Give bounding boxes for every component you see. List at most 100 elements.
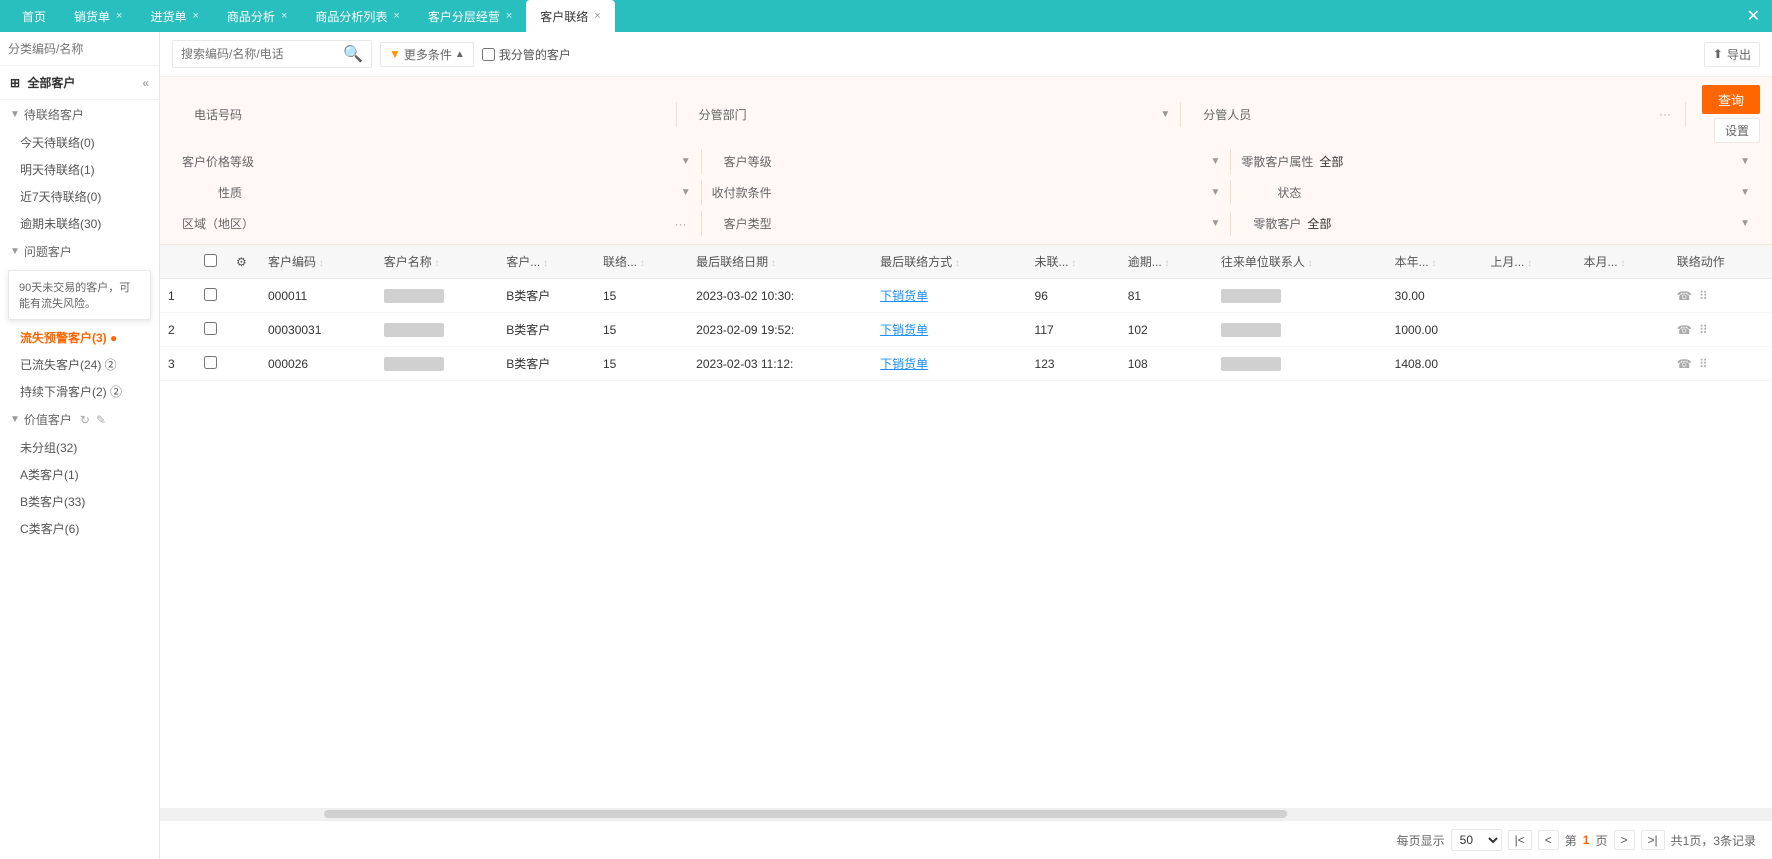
- col-last-month[interactable]: 上月...: [1482, 245, 1575, 279]
- pag-prev-btn[interactable]: <: [1538, 830, 1559, 850]
- tab-customer-layer[interactable]: 客户分层经营 ×: [414, 0, 526, 32]
- price-level-select[interactable]: ▼: [260, 156, 691, 167]
- tab-customer-layer-close[interactable]: ×: [506, 10, 512, 22]
- status-select[interactable]: ▼: [1307, 187, 1750, 198]
- value-refresh-icon[interactable]: ↻: [80, 413, 90, 427]
- col-settings[interactable]: ⚙: [228, 245, 260, 279]
- action-phone-icon[interactable]: ☎: [1677, 323, 1692, 337]
- col-code[interactable]: 客户编码: [260, 245, 376, 279]
- zero-attr-select[interactable]: 全部 ▼: [1319, 153, 1750, 170]
- more-filter-label: 更多条件: [404, 46, 452, 63]
- col-this-year[interactable]: 本年...: [1387, 245, 1483, 279]
- tab-analysis-close[interactable]: ×: [281, 10, 287, 22]
- cell-code: 000011: [260, 279, 376, 313]
- cell-last-way[interactable]: 下销货单: [872, 347, 1026, 381]
- row-checkbox[interactable]: [204, 288, 217, 301]
- sidebar-item-c-class[interactable]: C类客户(6): [0, 515, 159, 542]
- sidebar-search-input[interactable]: [8, 42, 160, 56]
- settings-btn[interactable]: 设置: [1714, 118, 1760, 143]
- col-overdue[interactable]: 逾期...: [1120, 245, 1213, 279]
- payment-select[interactable]: ▼: [778, 187, 1221, 198]
- sidebar-item-overdue[interactable]: 逾期未联络(30): [0, 210, 159, 237]
- action-phone-icon[interactable]: ☎: [1677, 289, 1692, 303]
- my-customer-checkbox[interactable]: [482, 48, 495, 61]
- cell-check[interactable]: [196, 347, 228, 381]
- row-checkbox[interactable]: [204, 322, 217, 335]
- export-btn[interactable]: ⬆ 导出: [1704, 42, 1760, 67]
- sidebar-item-tomorrow[interactable]: 明天待联络(1): [0, 156, 159, 183]
- sidebar-item-today[interactable]: 今天待联络(0): [0, 129, 159, 156]
- my-customer-checkbox-wrap[interactable]: 我分管的客户: [482, 46, 571, 63]
- sidebar-group-problem[interactable]: ▼ 问题客户: [0, 237, 159, 266]
- person-dots[interactable]: ···: [1655, 107, 1675, 121]
- tab-home[interactable]: 首页: [8, 0, 60, 32]
- sidebar-item-churned[interactable]: 已流失客户(24) ②: [0, 351, 159, 378]
- select-all-checkbox[interactable]: [204, 254, 217, 267]
- sidebar-item-a-class[interactable]: A类客户(1): [0, 461, 159, 488]
- col-last-date[interactable]: 最后联络日期: [688, 245, 872, 279]
- zero-cust-select[interactable]: 全部 ▼: [1307, 215, 1750, 232]
- action-more-icon[interactable]: ⠿: [1699, 357, 1708, 371]
- cell-this-month: [1576, 313, 1669, 347]
- query-btn[interactable]: 查询: [1702, 85, 1760, 114]
- col-name[interactable]: 客户名称: [376, 245, 499, 279]
- tab-customer-link-close[interactable]: ×: [594, 10, 600, 22]
- pag-next-btn[interactable]: >: [1614, 830, 1635, 850]
- pag-last-btn[interactable]: >|: [1641, 830, 1665, 850]
- tab-purchase[interactable]: 进货单 ×: [136, 0, 212, 32]
- tab-customer-link[interactable]: 客户联络 ×: [526, 0, 614, 32]
- dept-select[interactable]: ▼: [753, 109, 1171, 120]
- col-contact[interactable]: 联络...: [595, 245, 688, 279]
- sidebar-item-ungrouped[interactable]: 未分组(32): [0, 434, 159, 461]
- action-more-icon[interactable]: ⠿: [1699, 289, 1708, 303]
- tab-sales[interactable]: 销货单 ×: [60, 0, 136, 32]
- sidebar-group-pending[interactable]: ▼ 待联络客户: [0, 100, 159, 129]
- window-close-icon[interactable]: ✕: [1743, 2, 1764, 30]
- action-phone-icon[interactable]: ☎: [1677, 357, 1692, 371]
- sidebar-item-b-class[interactable]: B类客户(33): [0, 488, 159, 515]
- search-icon[interactable]: 🔍: [343, 44, 363, 64]
- col-uncontacted[interactable]: 未联...: [1027, 245, 1120, 279]
- phone-input[interactable]: [248, 107, 666, 121]
- action-more-icon[interactable]: ⠿: [1699, 323, 1708, 337]
- cell-action[interactable]: ☎ ⠿: [1669, 279, 1772, 313]
- problem-arrow-icon: ▼: [10, 246, 20, 257]
- cell-check[interactable]: [196, 279, 228, 313]
- cell-check[interactable]: [196, 313, 228, 347]
- col-unit-contact[interactable]: 往来单位联系人: [1213, 245, 1387, 279]
- col-this-month[interactable]: 本月...: [1576, 245, 1669, 279]
- value-edit-icon[interactable]: ✎: [96, 413, 106, 427]
- more-filter-btn[interactable]: ▼ 更多条件 ▲: [380, 42, 474, 67]
- sidebar-item-week[interactable]: 近7天待联络(0): [0, 183, 159, 210]
- cell-last-way[interactable]: 下销货单: [872, 279, 1026, 313]
- row-checkbox[interactable]: [204, 356, 217, 369]
- filter-cell-area: 区域（地区） ···: [172, 211, 702, 236]
- cell-action[interactable]: ☎ ⠿: [1669, 313, 1772, 347]
- search-input[interactable]: [181, 47, 339, 61]
- filter-cell-person: 分管人员 ···: [1181, 102, 1686, 127]
- cell-contact: 15: [595, 313, 688, 347]
- sidebar-collapse-btn[interactable]: «: [142, 76, 149, 90]
- tab-analysis[interactable]: 商品分析 ×: [213, 0, 301, 32]
- sidebar-item-declining[interactable]: 持续下滑客户(2) ②: [0, 378, 159, 405]
- scroll-thumb[interactable]: [324, 810, 1286, 818]
- level-select[interactable]: ▼: [778, 156, 1221, 167]
- table-row: 3 000026 B类客户 15 2023-02-03 11:12: 下销货单 …: [160, 347, 1772, 381]
- sidebar-group-value[interactable]: ▼ 价值客户 ↻ ✎: [0, 405, 159, 434]
- sidebar-item-churn-warning[interactable]: 流失预警客户(3) ●: [0, 324, 159, 351]
- cust-type-select[interactable]: ▼: [778, 218, 1221, 229]
- col-type[interactable]: 客户...: [498, 245, 595, 279]
- col-last-way[interactable]: 最后联络方式: [872, 245, 1026, 279]
- cell-last-way[interactable]: 下销货单: [872, 313, 1026, 347]
- tab-analysis-list-close[interactable]: ×: [393, 10, 399, 22]
- tab-sales-close[interactable]: ×: [116, 10, 122, 22]
- area-dots[interactable]: ···: [671, 217, 691, 231]
- tab-purchase-close[interactable]: ×: [192, 10, 198, 22]
- horizontal-scrollbar[interactable]: [160, 808, 1772, 820]
- nature-select[interactable]: ▼: [248, 187, 691, 198]
- cell-action[interactable]: ☎ ⠿: [1669, 347, 1772, 381]
- per-page-select[interactable]: 50 100 200: [1451, 829, 1502, 851]
- pag-first-btn[interactable]: |<: [1508, 830, 1532, 850]
- tab-analysis-list[interactable]: 商品分析列表 ×: [301, 0, 413, 32]
- pag-page-label: 页: [1595, 832, 1607, 849]
